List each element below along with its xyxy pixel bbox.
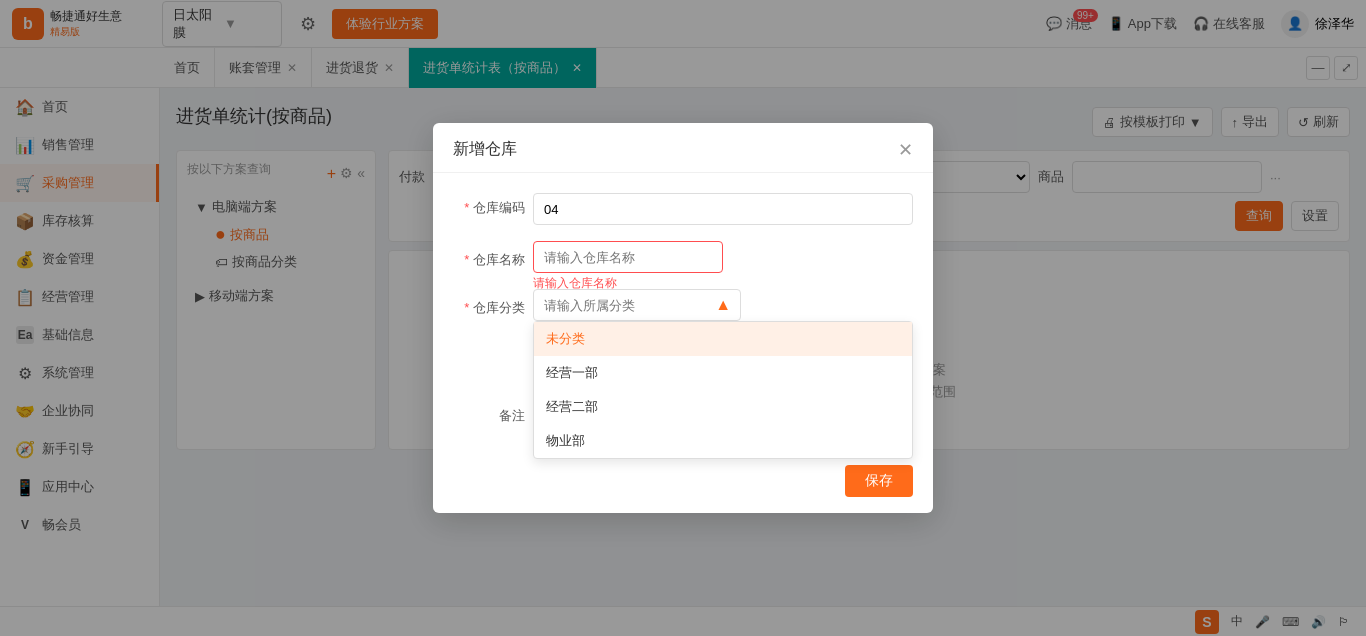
- warehouse-category-label: 仓库分类: [453, 293, 533, 317]
- dropdown-item-dept3[interactable]: 物业部: [534, 424, 912, 458]
- modal-close-button[interactable]: ✕: [898, 141, 913, 159]
- modal-save-button[interactable]: 保存: [845, 465, 913, 497]
- dropdown-item-unclassified[interactable]: 未分类: [534, 322, 912, 356]
- modal-header: 新增仓库 ✕: [433, 123, 933, 173]
- warehouse-notes-label: 备注: [453, 401, 533, 425]
- warehouse-code-input[interactable]: [533, 193, 913, 225]
- dropdown-item-dept2[interactable]: 经营二部: [534, 390, 912, 424]
- warehouse-code-row: 仓库编码: [453, 193, 913, 225]
- warehouse-category-input[interactable]: [533, 289, 741, 321]
- warehouse-name-row: 仓库名称 请输入仓库名称: [453, 241, 913, 273]
- modal-overlay: 新增仓库 ✕ 仓库编码 仓库名称 请输入仓库名称 仓库分类: [0, 0, 1366, 636]
- modal-body: 仓库编码 仓库名称 请输入仓库名称 仓库分类 ▲: [433, 173, 933, 433]
- warehouse-name-input[interactable]: [533, 241, 723, 273]
- category-dropdown-toggle[interactable]: ▲: [715, 296, 731, 314]
- dropdown-item-dept1[interactable]: 经营一部: [534, 356, 912, 390]
- warehouse-category-row: 仓库分类 ▲ 未分类 经营一部 经营二部 物业部: [453, 289, 913, 321]
- warehouse-code-label: 仓库编码: [453, 193, 533, 217]
- modal-title: 新增仓库: [453, 139, 517, 160]
- add-warehouse-modal: 新增仓库 ✕ 仓库编码 仓库名称 请输入仓库名称 仓库分类: [433, 123, 933, 513]
- warehouse-name-label: 仓库名称: [453, 245, 533, 269]
- category-dropdown-list: 未分类 经营一部 经营二部 物业部: [533, 321, 913, 459]
